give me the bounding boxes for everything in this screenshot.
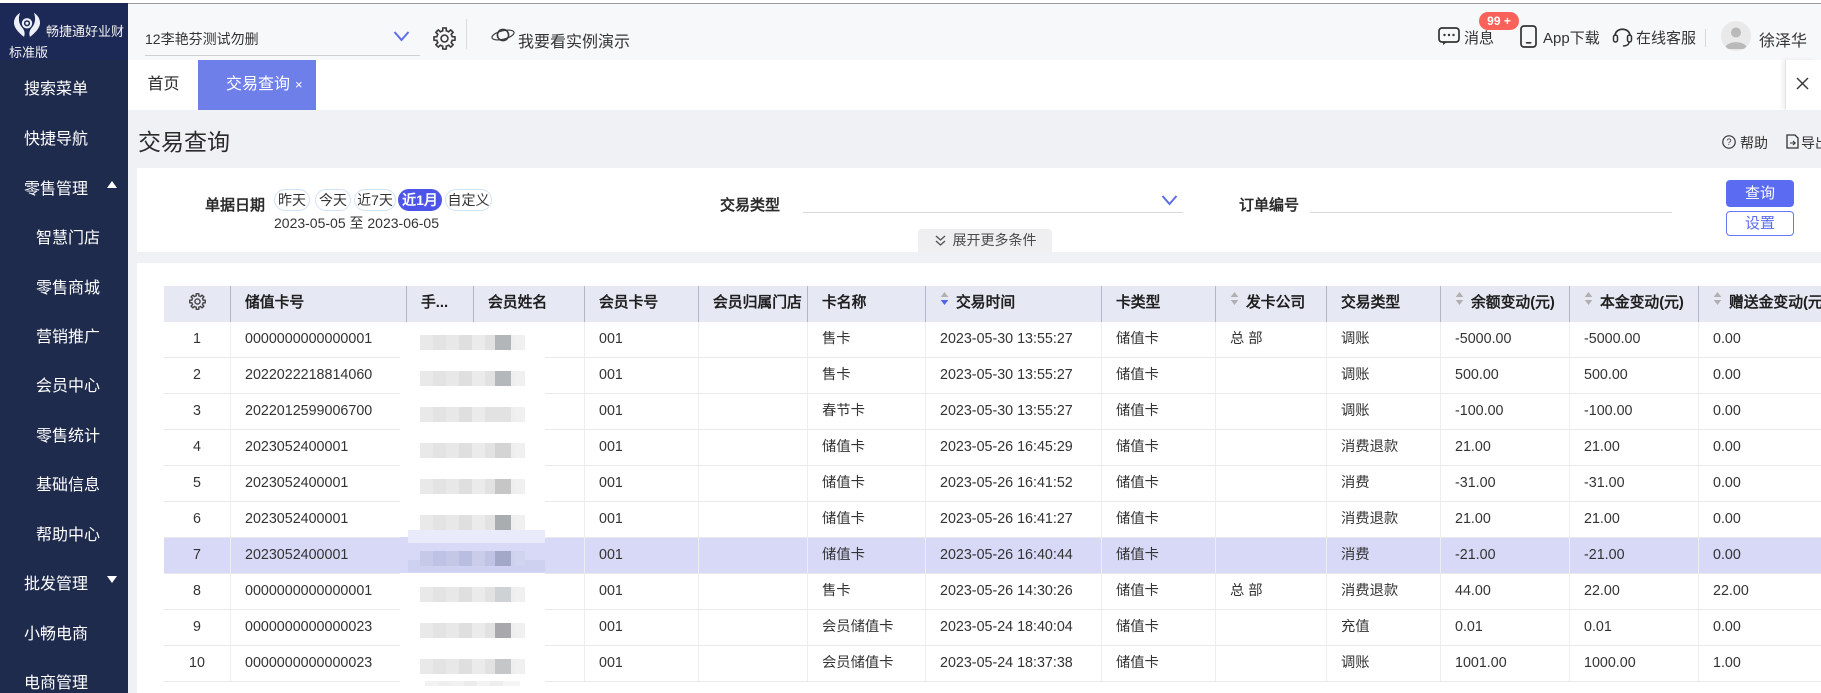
svg-text:?: ? <box>1726 137 1731 147</box>
